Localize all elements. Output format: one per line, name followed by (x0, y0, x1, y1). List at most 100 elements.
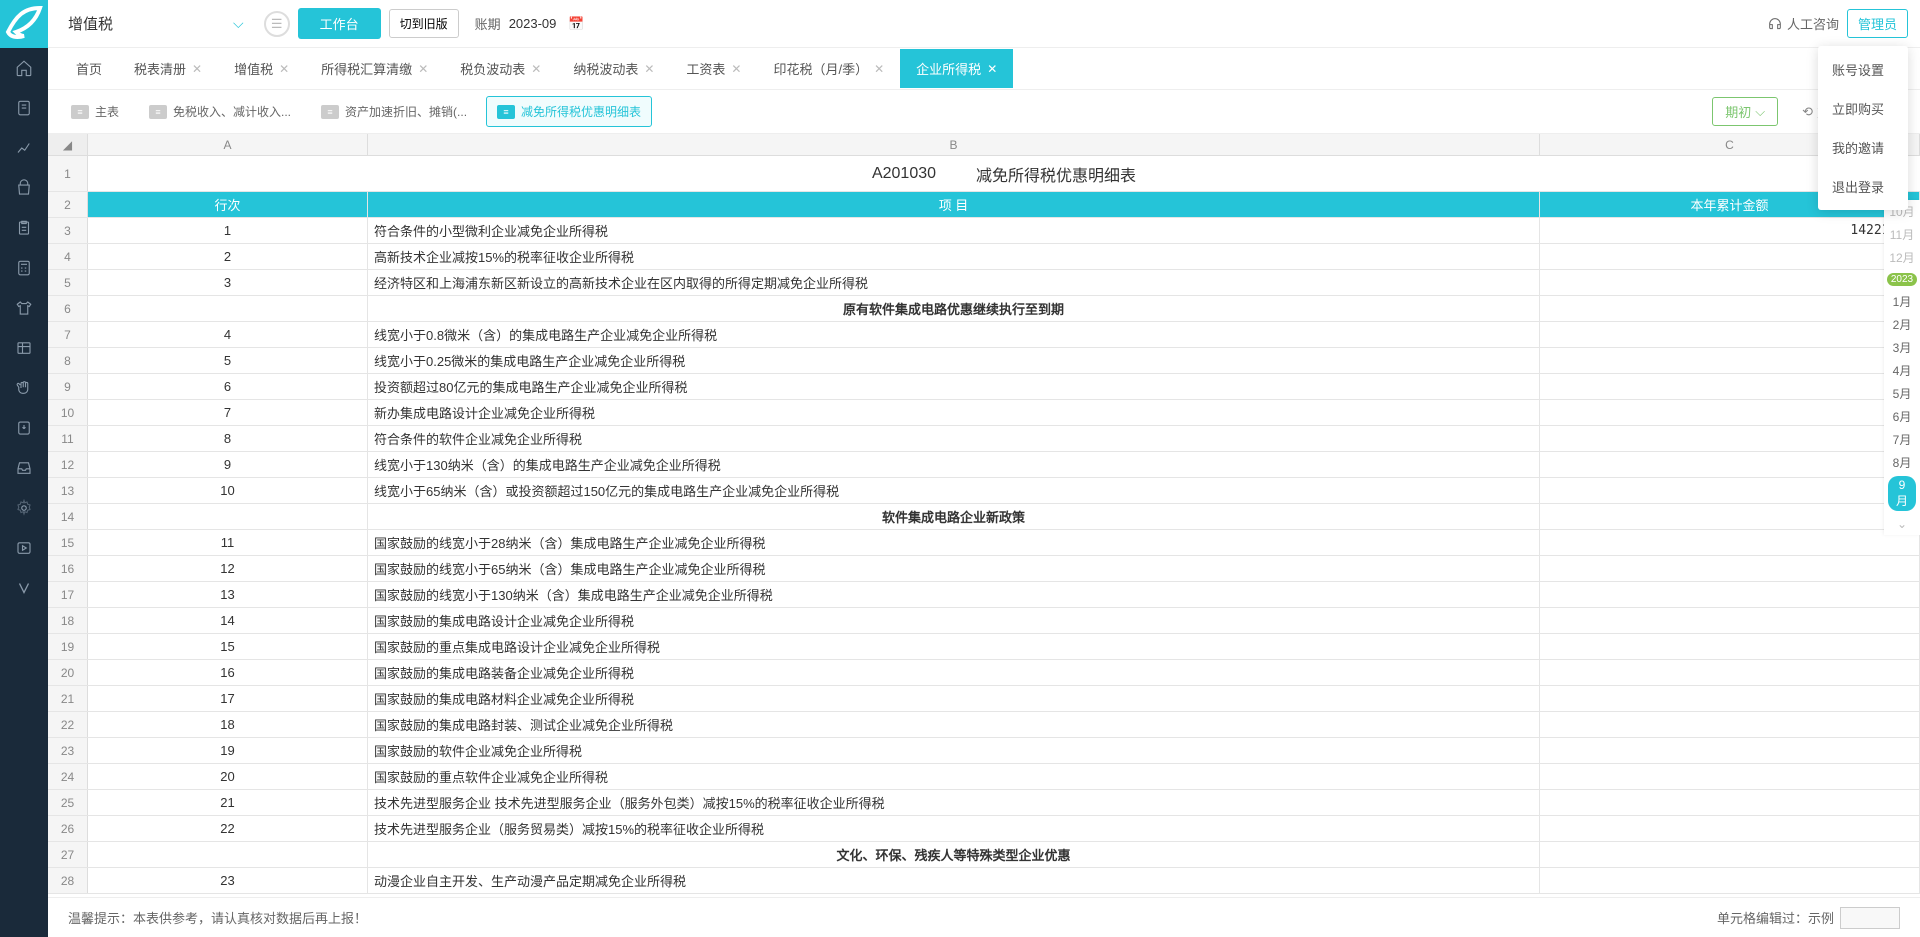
cell[interactable]: 国家鼓励的线宽小于130纳米（含）集成电路生产企业减免企业所得税 (368, 582, 1540, 607)
cell[interactable] (1540, 478, 1920, 503)
tab-2[interactable]: 增值税✕ (218, 49, 305, 88)
nav-clipboard-icon[interactable] (0, 208, 48, 248)
cell[interactable] (1540, 426, 1920, 451)
nav-hand-icon[interactable] (0, 368, 48, 408)
cell[interactable]: 7 (88, 400, 368, 425)
row-number[interactable]: 26 (48, 816, 88, 841)
cell[interactable]: 3 (88, 270, 368, 295)
row-number[interactable]: 6 (48, 296, 88, 321)
cell[interactable]: 5 (88, 348, 368, 373)
cell[interactable]: 线宽小于0.8微米（含）的集成电路生产企业减免企业所得税 (368, 322, 1540, 347)
row-number[interactable]: 13 (48, 478, 88, 503)
cell[interactable]: 8 (88, 426, 368, 451)
admin-menu-item-0[interactable]: 账号设置 (1818, 50, 1908, 89)
month-item[interactable]: 11月 (1884, 223, 1920, 246)
cell[interactable] (1540, 634, 1920, 659)
month-item[interactable]: 7月 (1884, 428, 1920, 451)
company-selector[interactable]: 增值税 ⌵ (60, 9, 252, 38)
row-number[interactable]: 9 (48, 374, 88, 399)
cell[interactable] (1540, 842, 1920, 867)
nav-chart-icon[interactable] (0, 128, 48, 168)
cell[interactable] (1540, 868, 1920, 893)
close-icon[interactable]: ✕ (987, 62, 997, 76)
cell[interactable]: 线宽小于0.25微米的集成电路生产企业减免企业所得税 (368, 348, 1540, 373)
cell[interactable]: 动漫企业自主开发、生产动漫产品定期减免企业所得税 (368, 868, 1540, 893)
nav-play-icon[interactable] (0, 528, 48, 568)
tab-3[interactable]: 所得税汇算清缴✕ (305, 49, 444, 88)
cell[interactable]: 新办集成电路设计企业减免企业所得税 (368, 400, 1540, 425)
row-number[interactable]: 25 (48, 790, 88, 815)
row-number[interactable]: 23 (48, 738, 88, 763)
cell[interactable]: 投资额超过80亿元的集成电路生产企业减免企业所得税 (368, 374, 1540, 399)
month-item[interactable]: 12月 (1884, 246, 1920, 269)
subtab-0[interactable]: ≡主表 (60, 96, 130, 127)
cell[interactable]: 国家鼓励的集成电路封装、测试企业减免企业所得税 (368, 712, 1540, 737)
nav-export-icon[interactable] (0, 408, 48, 448)
tab-8[interactable]: 企业所得税✕ (900, 49, 1013, 88)
cell[interactable]: 4 (88, 322, 368, 347)
nav-shirt-icon[interactable] (0, 288, 48, 328)
select-all-corner[interactable]: ◢ (48, 134, 88, 155)
row-number[interactable]: 18 (48, 608, 88, 633)
month-item[interactable]: 9月 (1888, 476, 1916, 511)
row-number[interactable]: 16 (48, 556, 88, 581)
month-item[interactable]: 4月 (1884, 359, 1920, 382)
cell[interactable]: 原有软件集成电路优惠继续执行至到期 (368, 296, 1540, 321)
admin-menu-item-3[interactable]: 退出登录 (1818, 167, 1908, 206)
cell[interactable]: 19 (88, 738, 368, 763)
cell[interactable] (1540, 452, 1920, 477)
nav-v-icon[interactable] (0, 568, 48, 608)
cell[interactable] (1540, 374, 1920, 399)
row-number[interactable]: 5 (48, 270, 88, 295)
admin-menu-item-1[interactable]: 立即购买 (1818, 89, 1908, 128)
calendar-icon[interactable]: 📅 (568, 16, 584, 32)
cell[interactable]: 高新技术企业减按15%的税率征收企业所得税 (368, 244, 1540, 269)
month-item[interactable]: 6月 (1884, 405, 1920, 428)
close-icon[interactable]: ✕ (418, 62, 428, 76)
col-header-a[interactable]: A (88, 134, 368, 155)
cell[interactable] (88, 504, 368, 529)
month-item[interactable]: 5月 (1884, 382, 1920, 405)
nav-home-icon[interactable] (0, 48, 48, 88)
cell[interactable] (1540, 556, 1920, 581)
cell[interactable]: 11 (88, 530, 368, 555)
row-number[interactable]: 14 (48, 504, 88, 529)
admin-menu-item-2[interactable]: 我的邀请 (1818, 128, 1908, 167)
cell[interactable] (1540, 738, 1920, 763)
close-icon[interactable]: ✕ (279, 62, 289, 76)
row-number[interactable]: 10 (48, 400, 88, 425)
cell[interactable]: 18 (88, 712, 368, 737)
nav-gear-icon[interactable] (0, 488, 48, 528)
cell[interactable]: 国家鼓励的集成电路设计企业减免企业所得税 (368, 608, 1540, 633)
more-icon[interactable]: ⌄ (1893, 513, 1911, 535)
cell[interactable] (1540, 296, 1920, 321)
cell[interactable] (1540, 244, 1920, 269)
month-item[interactable]: 2月 (1884, 313, 1920, 336)
cell[interactable]: 符合条件的软件企业减免企业所得税 (368, 426, 1540, 451)
row-number[interactable]: 15 (48, 530, 88, 555)
cell[interactable] (1540, 322, 1920, 347)
cell[interactable] (1540, 816, 1920, 841)
cell[interactable]: 16 (88, 660, 368, 685)
cell[interactable]: 15 (88, 634, 368, 659)
cell[interactable] (1540, 582, 1920, 607)
row-number[interactable]: 27 (48, 842, 88, 867)
row-number[interactable]: 20 (48, 660, 88, 685)
consult-link[interactable]: 人工咨询 (1767, 14, 1839, 33)
tab-0[interactable]: 首页 (60, 49, 118, 88)
cell[interactable] (88, 842, 368, 867)
tab-1[interactable]: 税表清册✕ (118, 49, 218, 88)
cell[interactable]: 21 (88, 790, 368, 815)
cell[interactable]: 6 (88, 374, 368, 399)
tab-6[interactable]: 工资表✕ (670, 49, 757, 88)
month-item[interactable]: 3月 (1884, 336, 1920, 359)
period-init-button[interactable]: 期初 ⌵ (1712, 97, 1778, 126)
close-icon[interactable]: ✕ (192, 62, 202, 76)
cell[interactable]: 22 (88, 816, 368, 841)
nav-inbox-icon[interactable] (0, 448, 48, 488)
cell[interactable]: 国家鼓励的重点集成电路设计企业减免企业所得税 (368, 634, 1540, 659)
row-number[interactable]: 4 (48, 244, 88, 269)
cell[interactable] (1540, 660, 1920, 685)
cell[interactable]: 17 (88, 686, 368, 711)
col-header-b[interactable]: B (368, 134, 1540, 155)
